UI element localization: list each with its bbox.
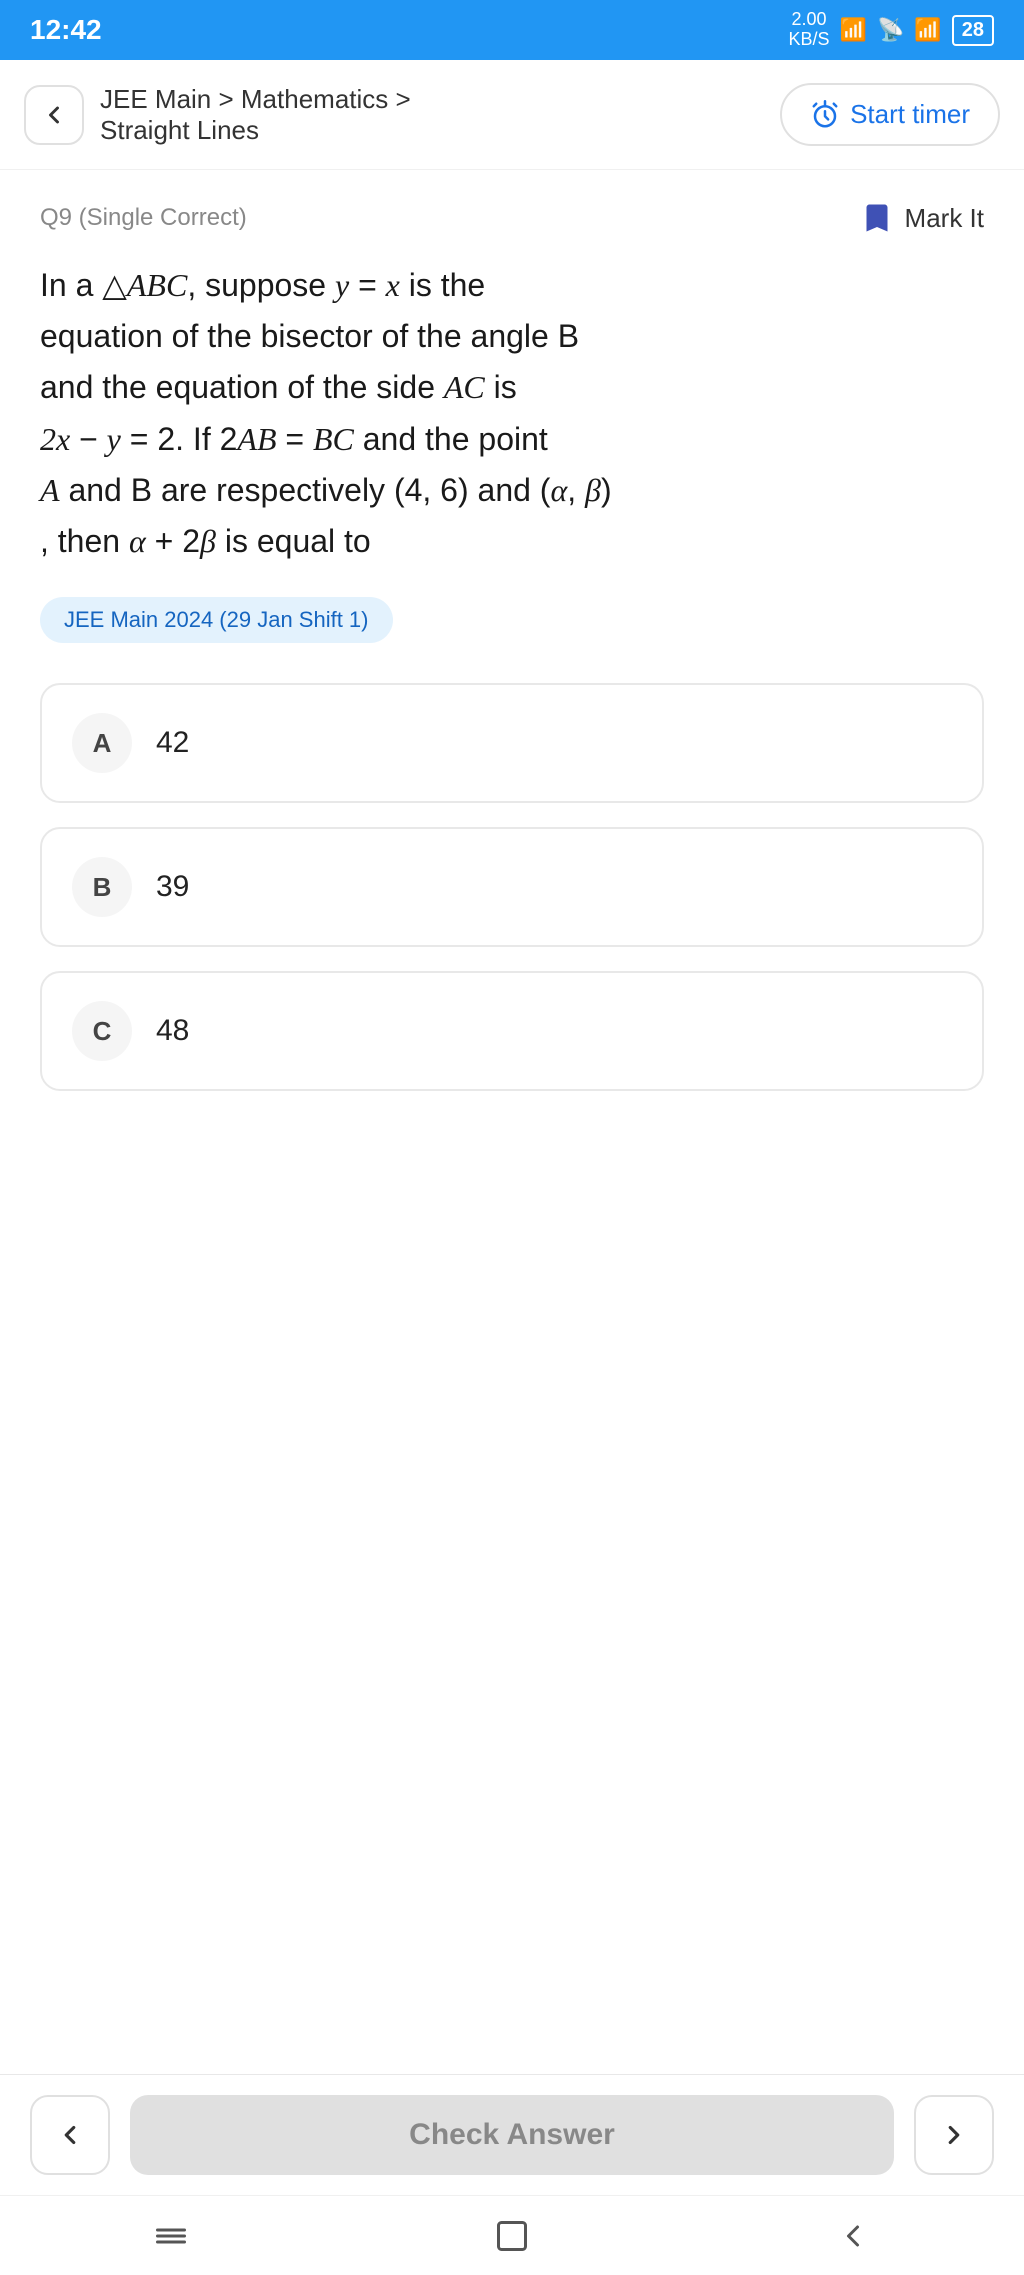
option-b[interactable]: B 39	[40, 827, 984, 947]
start-timer-label: Start timer	[850, 99, 970, 130]
mark-it-label: Mark It	[905, 203, 984, 234]
option-c-label: C	[72, 1001, 132, 1061]
battery-indicator: 28	[952, 15, 994, 46]
breadcrumb-text: JEE Main > Mathematics >	[100, 84, 411, 115]
option-b-label: B	[72, 857, 132, 917]
wifi-icon: 📶	[840, 17, 867, 43]
subtitle-text: Straight Lines	[100, 115, 411, 146]
status-right: 2.00 KB/S 📶 📡 📶 28	[789, 10, 995, 50]
menu-button[interactable]	[141, 2206, 201, 2266]
options-container: A 42 B 39 C 48	[40, 683, 984, 1091]
bottom-navigation: Check Answer	[0, 2074, 1024, 2195]
question-type: Q9 (Single Correct)	[40, 204, 247, 232]
option-a[interactable]: A 42	[40, 683, 984, 803]
option-c[interactable]: C 48	[40, 971, 984, 1091]
option-a-label: A	[72, 713, 132, 773]
main-content: Q9 (Single Correct) Mark It In a △ABC, s…	[0, 170, 1024, 1161]
option-a-value: 42	[156, 726, 189, 760]
status-time: 12:42	[30, 14, 102, 46]
home-button[interactable]	[482, 2206, 542, 2266]
system-nav-bar	[0, 2195, 1024, 2275]
kbs-indicator: 2.00 KB/S	[789, 10, 830, 50]
question-text: In a △ABC, suppose y = x is the equation…	[40, 260, 984, 567]
status-bar: 12:42 2.00 KB/S 📶 📡 📶 28	[0, 0, 1024, 60]
nav-title: JEE Main > Mathematics > Straight Lines	[100, 84, 411, 146]
next-button[interactable]	[914, 2095, 994, 2175]
check-answer-button[interactable]: Check Answer	[130, 2095, 894, 2175]
back-button[interactable]	[24, 85, 84, 145]
question-tag: JEE Main 2024 (29 Jan Shift 1)	[40, 597, 393, 643]
signal-icon: 📡	[877, 17, 904, 43]
prev-button[interactable]	[30, 2095, 110, 2175]
option-b-value: 39	[156, 870, 189, 904]
start-timer-button[interactable]: Start timer	[780, 83, 1000, 146]
nav-left: JEE Main > Mathematics > Straight Lines	[24, 84, 411, 146]
network-icon: 📶	[914, 17, 941, 43]
nav-bar: JEE Main > Mathematics > Straight Lines …	[0, 60, 1024, 170]
mark-it-button[interactable]: Mark It	[859, 200, 984, 236]
back-system-button[interactable]	[823, 2206, 883, 2266]
question-header: Q9 (Single Correct) Mark It	[40, 200, 984, 236]
option-c-value: 48	[156, 1014, 189, 1048]
bookmark-icon	[859, 200, 895, 236]
